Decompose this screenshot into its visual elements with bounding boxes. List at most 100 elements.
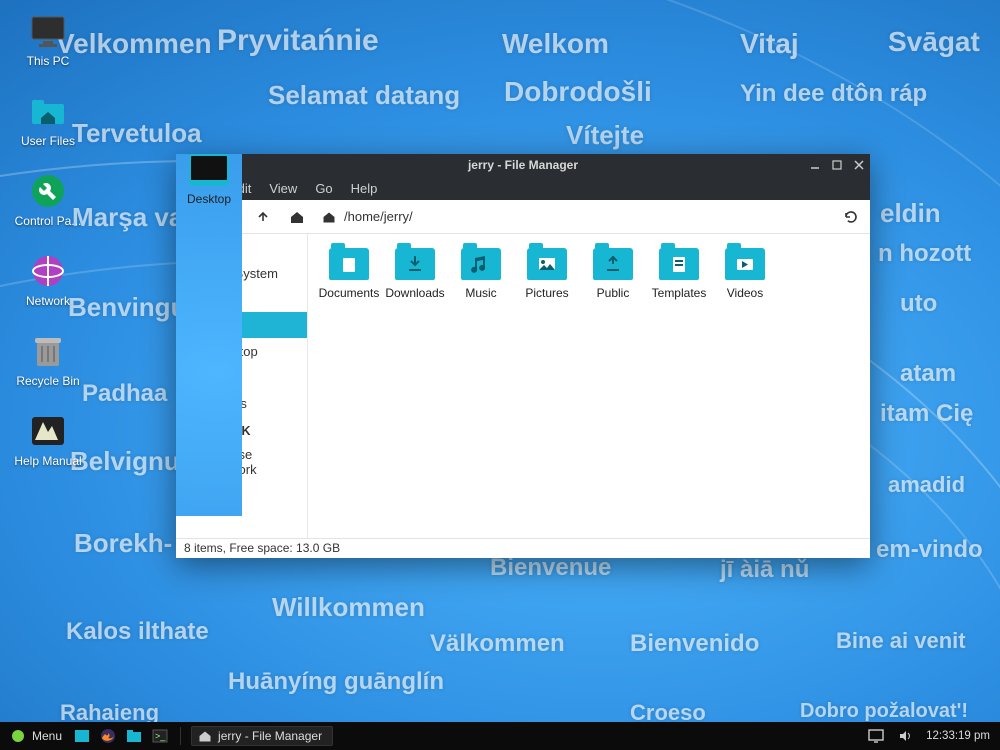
wallpaper-text: Borekh- (74, 528, 172, 559)
wrench-icon (28, 172, 68, 210)
desktop-icon-network[interactable]: Network (8, 252, 88, 308)
folder-desktop[interactable]: Desktop (176, 154, 242, 516)
terminal-launcher[interactable]: >_ (150, 726, 170, 746)
folder-icon (527, 248, 567, 280)
folder-icon (395, 248, 435, 280)
wallpaper-text: Rahaieng (60, 700, 159, 722)
file-manager-window: jerry - File Manager File Edit View Go H… (176, 154, 870, 558)
status-bar: 8 items, Free space: 13.0 GB (176, 538, 870, 558)
wallpaper-text: Dobro požalovat'! (800, 700, 968, 722)
desktop-icon-label: User Files (8, 134, 88, 148)
folder-home-icon (28, 92, 68, 130)
path-home-icon (322, 210, 336, 224)
wallpaper-text: eldin (880, 198, 941, 229)
wallpaper-text: atam (900, 360, 956, 388)
folder-documents[interactable]: Documents (316, 248, 382, 300)
home-button[interactable] (288, 208, 306, 226)
desktop-icon-control-panel[interactable]: Control Pa... (8, 172, 88, 228)
wallpaper-text: n hozott (878, 240, 971, 268)
svg-text:>_: >_ (155, 731, 166, 741)
globe-icon (28, 252, 68, 290)
desktop-background: VelkommenPryvitańnieWelkomVitajSvāgatSel… (0, 0, 1000, 722)
wallpaper-text: Vitaj (740, 28, 799, 60)
tray-display-icon[interactable] (866, 726, 886, 746)
desktop-icon-label: Control Pa... (8, 214, 88, 228)
window-title: jerry - File Manager (176, 158, 870, 172)
show-desktop-button[interactable] (72, 726, 92, 746)
desktop-icon-label: Recycle Bin (8, 374, 88, 388)
wallpaper-text: Willkommen (272, 592, 425, 623)
map-icon (28, 412, 68, 450)
up-button[interactable] (254, 208, 272, 226)
tray-volume-icon[interactable] (896, 726, 916, 746)
wallpaper-text: Bienvenue (490, 554, 611, 582)
window-titlebar[interactable]: jerry - File Manager (176, 154, 870, 176)
wallpaper-text: Yin dee dtôn ráp (740, 80, 927, 108)
wallpaper-text: Padhaa (82, 380, 167, 408)
location-path[interactable]: /home/jerry/ (344, 209, 413, 224)
wallpaper-text: Huānyíng guānglín (228, 668, 444, 696)
wallpaper-text: uto (900, 290, 937, 318)
taskbar: Menu >_ jerry - File Manager 12:33:19 pm (0, 722, 1000, 750)
folder-label: Documents (316, 286, 382, 300)
folder-label: Templates (646, 286, 712, 300)
toolbar: /home/jerry/ (176, 200, 870, 234)
wallpaper-text: Vítejte (566, 120, 644, 151)
folder-pictures[interactable]: Pictures (514, 248, 580, 300)
folder-label: Desktop (176, 192, 242, 206)
folder-label: Pictures (514, 286, 580, 300)
start-menu-button[interactable]: Menu (6, 726, 66, 746)
folder-icon (461, 248, 501, 280)
menu-icon (10, 728, 26, 744)
desktop-icon-label: This PC (8, 54, 88, 68)
reload-button[interactable] (842, 208, 860, 226)
wallpaper-text: jī àiā nǔ (720, 556, 809, 584)
folder-downloads[interactable]: Downloads (382, 248, 448, 300)
folder-label: Videos (712, 286, 778, 300)
desktop-icon-label: Help Manual (8, 454, 88, 468)
folder-videos[interactable]: Videos (712, 248, 778, 300)
home-icon (198, 729, 212, 743)
wallpaper-text: itam Cię (880, 400, 973, 428)
trash-icon (28, 332, 68, 370)
clock[interactable]: 12:33:19 pm (926, 730, 990, 742)
desktop-icon-recycle-bin[interactable]: Recycle Bin (8, 332, 88, 388)
taskbar-app-filemanager[interactable]: jerry - File Manager (191, 726, 333, 746)
wallpaper-text: amadid (888, 472, 965, 498)
menu-go[interactable]: Go (309, 179, 338, 198)
icon-view[interactable]: DesktopDocumentsDownloadsMusicPicturesPu… (308, 234, 870, 538)
menubar: File Edit View Go Help (176, 176, 870, 200)
wallpaper-text: Välkommen (430, 630, 565, 658)
wallpaper-text: Croeso (630, 700, 706, 722)
folder-icon (725, 248, 765, 280)
menu-help[interactable]: Help (345, 179, 384, 198)
files-launcher[interactable] (124, 726, 144, 746)
maximize-button[interactable] (830, 158, 844, 172)
close-button[interactable] (852, 158, 866, 172)
folder-icon (659, 248, 699, 280)
wallpaper-text: Bine ai venit (836, 628, 966, 654)
folder-music[interactable]: Music (448, 248, 514, 300)
folder-icon (593, 248, 633, 280)
minimize-button[interactable] (808, 158, 822, 172)
wallpaper-text: Pryvitańnie (217, 24, 379, 58)
wallpaper-text: Tervetuloa (72, 118, 202, 149)
wallpaper-text: Welkom (502, 28, 609, 60)
folder-public[interactable]: Public (580, 248, 646, 300)
folder-templates[interactable]: Templates (646, 248, 712, 300)
desktop-icon-this-pc[interactable]: This PC (8, 12, 88, 68)
firefox-launcher[interactable] (98, 726, 118, 746)
folder-icon (329, 248, 369, 280)
desktop-icon-help-manual[interactable]: Help Manual (8, 412, 88, 468)
folder-label: Music (448, 286, 514, 300)
desktop-icon-label: Network (8, 294, 88, 308)
desktop-folder-icon (189, 154, 229, 186)
monitor-icon (28, 12, 68, 50)
menu-view[interactable]: View (263, 179, 303, 198)
wallpaper-text: Kalos ilthate (66, 618, 209, 646)
wallpaper-text: Dobrodošli (504, 76, 652, 108)
folder-label: Downloads (382, 286, 448, 300)
wallpaper-text: Selamat datang (268, 80, 460, 111)
wallpaper-text: Svāgat (888, 26, 980, 58)
desktop-icon-user-files[interactable]: User Files (8, 92, 88, 148)
